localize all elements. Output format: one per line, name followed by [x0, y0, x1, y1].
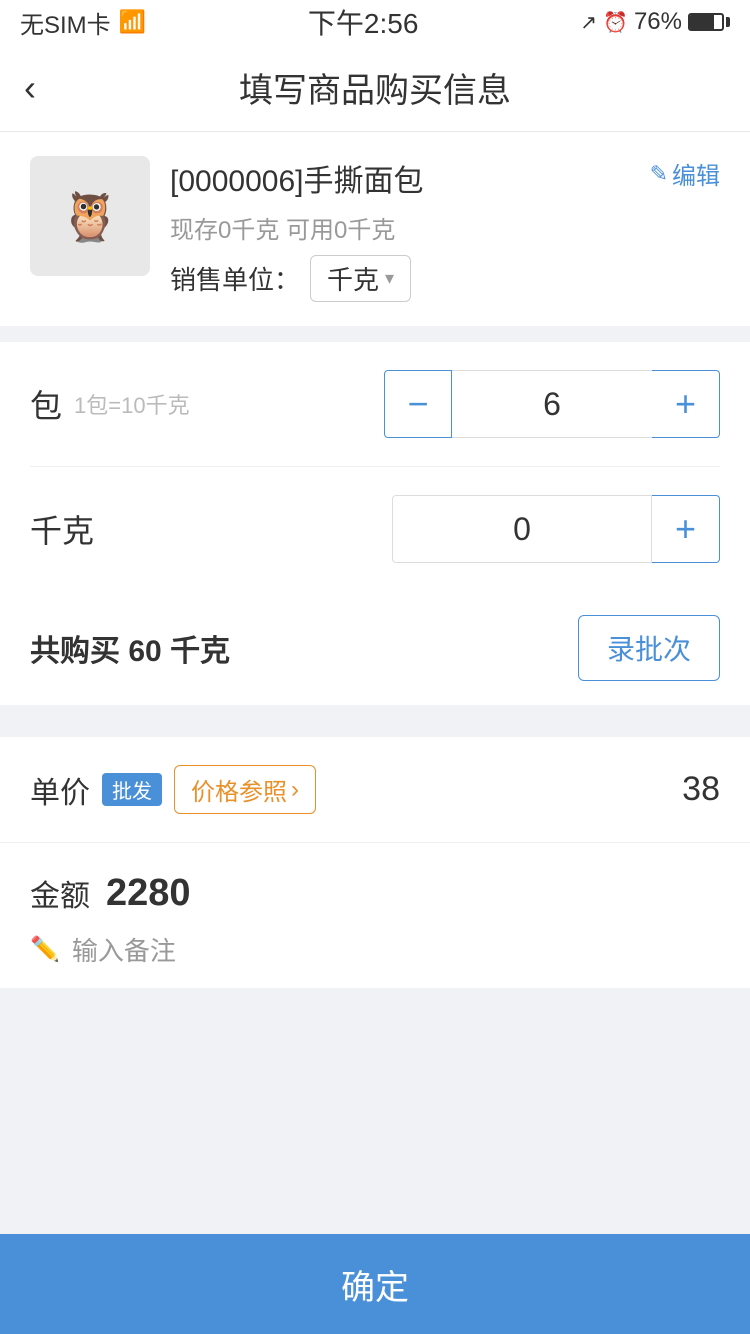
amount-row: 金额 2280	[30, 871, 720, 915]
product-stock: 现存0千克 可用0千克	[170, 210, 630, 245]
carrier-text: 无SIM卡	[20, 5, 111, 40]
location-icon: ↗	[580, 10, 597, 35]
pack-label: 包	[30, 381, 62, 427]
price-ref-button[interactable]: 价格参照 ›	[174, 765, 316, 814]
edit-label: 编辑	[672, 156, 720, 191]
status-time: 下午2:56	[308, 2, 419, 42]
kg-label: 千克	[30, 506, 94, 552]
status-right: ↗ ⏰ 76%	[580, 8, 730, 36]
unit-label: 销售单位：	[170, 260, 300, 297]
pack-decrement-button[interactable]: −	[384, 370, 452, 438]
edit-icon: ✎	[650, 161, 668, 187]
pack-increment-button[interactable]: +	[652, 370, 720, 438]
edit-button[interactable]: ✎ 编辑	[650, 156, 720, 191]
battery-icon	[688, 13, 730, 31]
amount-section: 金额 2280 ✏️ 输入备注	[0, 843, 750, 988]
product-card-right: ✎ 编辑	[650, 156, 720, 191]
remark-row[interactable]: ✏️ 输入备注	[30, 931, 720, 968]
status-left: 无SIM卡 📶	[20, 5, 146, 40]
amount-label: 金额	[30, 871, 90, 915]
price-label: 单价	[30, 768, 90, 812]
alarm-icon: ⏰	[603, 10, 628, 35]
kg-input[interactable]	[392, 495, 652, 563]
price-ref-arrow: ›	[291, 776, 299, 804]
back-button[interactable]: ‹	[24, 67, 36, 109]
input-section: 包 1包=10千克 − + 千克 +	[0, 342, 750, 591]
battery-percent: 76%	[634, 8, 682, 36]
unit-value: 千克	[327, 260, 379, 297]
wifi-icon: 📶	[119, 9, 146, 35]
kg-increment-button[interactable]: +	[652, 495, 720, 563]
pack-input-row: 包 1包=10千克 − +	[30, 342, 720, 467]
record-batch-button[interactable]: 录批次	[578, 615, 720, 681]
confirm-label: 确定	[341, 1260, 409, 1309]
total-text: 共购买 60 千克	[30, 626, 230, 670]
total-amount: 60	[128, 635, 161, 668]
pack-input[interactable]	[452, 370, 652, 438]
product-image: 🦉	[60, 188, 120, 245]
batch-tag: 批发	[102, 773, 162, 806]
total-prefix: 共购买	[30, 635, 120, 668]
divider-2	[0, 705, 750, 721]
page-title: 填写商品购买信息	[239, 63, 511, 112]
pack-label-group: 包 1包=10千克	[30, 381, 190, 427]
kg-input-row: 千克 +	[30, 467, 720, 591]
price-value: 38	[682, 770, 720, 809]
total-unit-text: 千克	[170, 635, 230, 668]
pencil-icon: ✏️	[30, 935, 60, 964]
amount-value: 2280	[106, 872, 191, 915]
product-name: [0000006]手撕面包	[170, 156, 630, 200]
price-section: 单价 批发 价格参照 › 38	[0, 737, 750, 843]
product-card: 🦉 [0000006]手撕面包 现存0千克 可用0千克 销售单位： 千克 ▾ ✎…	[0, 132, 750, 326]
divider-1	[0, 326, 750, 342]
price-ref-label: 价格参照	[191, 772, 287, 807]
pack-stepper: − +	[384, 370, 720, 438]
product-info: [0000006]手撕面包 现存0千克 可用0千克 销售单位： 千克 ▾	[170, 156, 630, 302]
kg-stepper: +	[392, 495, 720, 563]
status-bar: 无SIM卡 📶 下午2:56 ↗ ⏰ 76%	[0, 0, 750, 44]
product-thumbnail: 🦉	[30, 156, 150, 276]
unit-dropdown-icon: ▾	[385, 268, 394, 289]
remark-placeholder: 输入备注	[72, 931, 176, 968]
total-section: 共购买 60 千克 录批次	[0, 591, 750, 705]
price-label-row: 单价 批发 价格参照 ›	[30, 765, 316, 814]
nav-bar: ‹ 填写商品购买信息	[0, 44, 750, 132]
product-unit-row: 销售单位： 千克 ▾	[170, 255, 630, 302]
pack-hint: 1包=10千克	[74, 388, 190, 420]
unit-selector[interactable]: 千克 ▾	[310, 255, 411, 302]
confirm-button[interactable]: 确定	[0, 1234, 750, 1334]
